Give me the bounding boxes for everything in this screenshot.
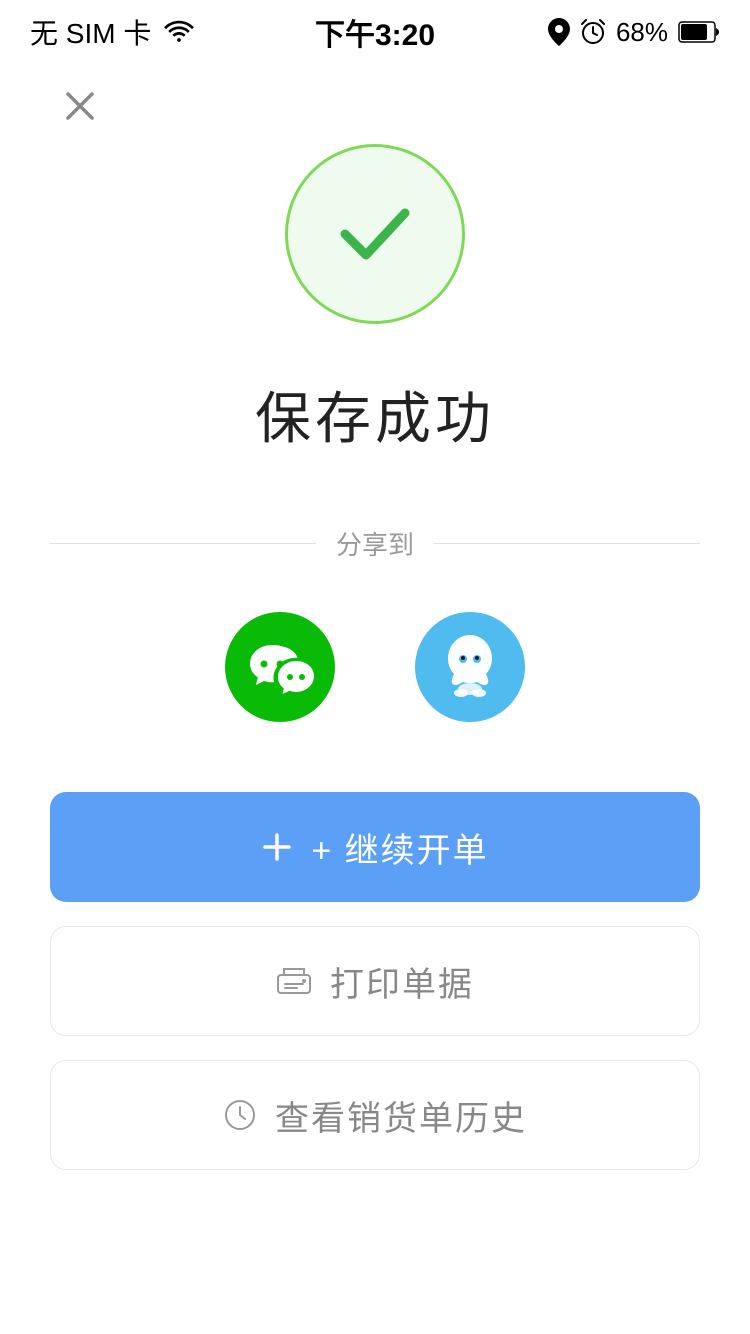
success-title: 保存成功 [255, 374, 495, 455]
print-label: 打印单据 [330, 957, 474, 1006]
wechat-icon [246, 637, 314, 697]
continue-button[interactable]: + 继续开单 [50, 792, 700, 902]
plus-icon [261, 831, 293, 863]
continue-label: + 继续开单 [311, 823, 488, 872]
print-button[interactable]: 打印单据 [50, 926, 700, 1036]
status-left: 无 SIM 卡 [30, 12, 195, 52]
wifi-icon [163, 20, 195, 44]
battery-percent: 68% [616, 17, 668, 48]
history-icon [223, 1098, 257, 1132]
share-icons [225, 612, 525, 722]
share-section: 分享到 [50, 525, 700, 722]
share-label: 分享到 [336, 525, 414, 562]
battery-icon [678, 21, 720, 43]
alarm-icon [580, 18, 606, 46]
success-icon-circle [285, 144, 465, 324]
status-right: 68% [548, 17, 720, 48]
share-divider: 分享到 [50, 525, 700, 562]
main-content: 保存成功 分享到 [0, 64, 750, 1170]
close-button[interactable] [50, 76, 110, 136]
print-icon [276, 965, 312, 997]
checkmark-icon [330, 189, 420, 279]
status-bar: 无 SIM 卡 下午3:20 68% [0, 0, 750, 64]
history-button[interactable]: 查看销货单历史 [50, 1060, 700, 1170]
qq-icon [439, 631, 501, 703]
wechat-share-button[interactable] [225, 612, 335, 722]
action-buttons: + 继续开单 打印单据 查看销货单历史 [50, 792, 700, 1170]
divider-right [434, 543, 700, 544]
location-icon [548, 18, 570, 46]
status-time: 下午3:20 [315, 10, 435, 54]
divider-left [50, 543, 316, 544]
no-sim-text: 无 SIM 卡 [30, 12, 151, 52]
qq-share-button[interactable] [415, 612, 525, 722]
history-label: 查看销货单历史 [275, 1091, 527, 1140]
